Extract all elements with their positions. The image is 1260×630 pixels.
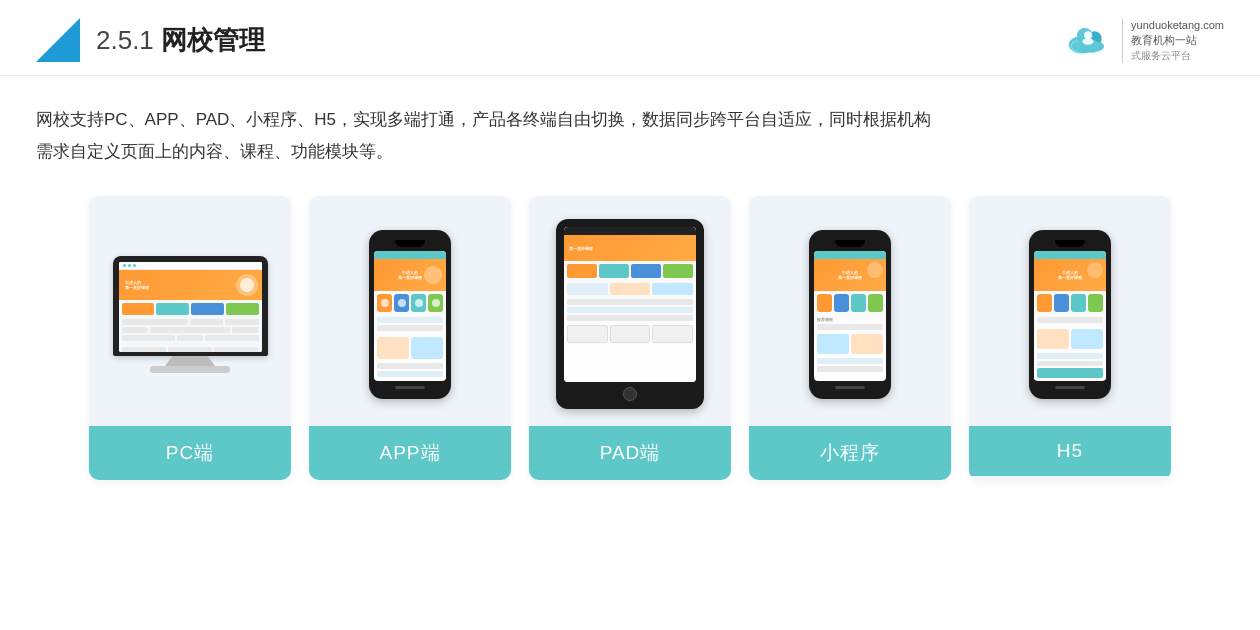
card-miniprogram-image: 引进人的第一堂好课程 推荐课程 — [749, 196, 951, 426]
card-h5-label: H5 — [969, 426, 1171, 476]
svg-point-6 — [1084, 32, 1092, 40]
header-left: 2.5.1 网校管理 — [36, 18, 265, 62]
card-app-label: APP端 — [309, 426, 511, 480]
card-h5-image: 引进人的第一堂好课程 — [969, 196, 1171, 426]
card-app: 引进人的第一堂好课程 — [309, 196, 511, 480]
card-miniprogram-label: 小程序 — [749, 426, 951, 480]
brand-tagline2: 式服务云平台 — [1131, 49, 1191, 63]
card-miniprogram: 引进人的第一堂好课程 推荐课程 — [749, 196, 951, 480]
app-phone-icon: 引进人的第一堂好课程 — [369, 230, 451, 399]
device-cards-area: 引进人的第一堂好课程 — [0, 186, 1260, 500]
brand-logo: yunduoketang.com 教育机构一站 式服务云平台 — [1064, 18, 1224, 63]
pc-monitor-icon: 引进人的第一堂好课程 — [113, 256, 268, 373]
description-area: 网校支持PC、APP、PAD、小程序、H5，实现多端打通，产品各终端自由切换，数… — [0, 76, 1260, 187]
cloud-icon — [1064, 22, 1112, 58]
pad-tablet-icon: 第一堂好课程 — [556, 219, 704, 409]
svg-point-7 — [1082, 39, 1093, 45]
description-text: 网校支持PC、APP、PAD、小程序、H5，实现多端打通，产品各终端自由切换，数… — [36, 104, 1224, 169]
card-app-image: 引进人的第一堂好课程 — [309, 196, 511, 426]
brand-tagline1: 教育机构一站 — [1131, 33, 1197, 48]
page-header: 2.5.1 网校管理 yunduoketang.com 教育机构一站 式服务云平… — [0, 0, 1260, 76]
card-pad-label: PAD端 — [529, 426, 731, 480]
brand-site: yunduoketang.com — [1131, 18, 1224, 33]
brand-area: yunduoketang.com 教育机构一站 式服务云平台 — [1064, 18, 1224, 63]
page-title: 2.5.1 网校管理 — [96, 23, 265, 58]
card-h5: 引进人的第一堂好课程 — [969, 196, 1171, 480]
card-pc: 引进人的第一堂好课程 — [89, 196, 291, 480]
card-pad: 第一堂好课程 — [529, 196, 731, 480]
h5-phone-icon: 引进人的第一堂好课程 — [1029, 230, 1111, 399]
card-pad-image: 第一堂好课程 — [529, 196, 731, 426]
card-pc-image: 引进人的第一堂好课程 — [89, 196, 291, 426]
brand-text-area: yunduoketang.com 教育机构一站 式服务云平台 — [1122, 18, 1224, 63]
miniprogram-phone-icon: 引进人的第一堂好课程 推荐课程 — [809, 230, 891, 399]
card-pc-label: PC端 — [89, 426, 291, 480]
logo-triangle-icon — [36, 18, 80, 62]
